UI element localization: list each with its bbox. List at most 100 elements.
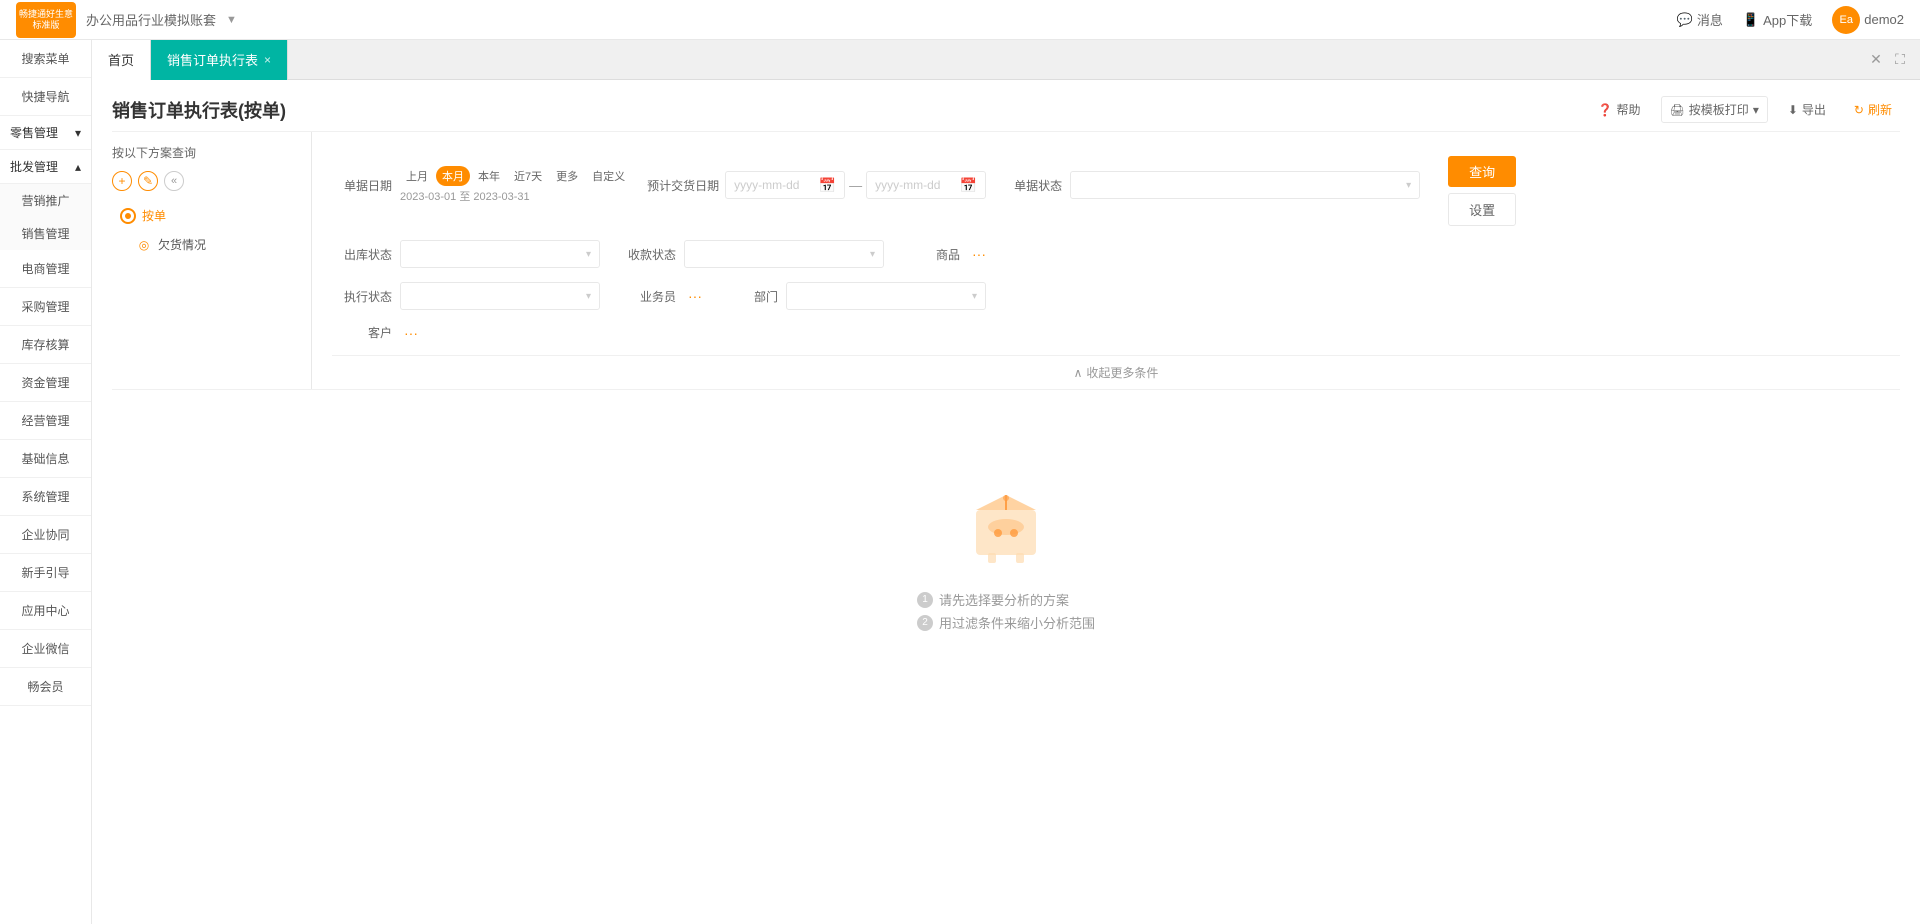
exec-status-chevron: ▾	[586, 291, 591, 302]
filter-exec-status: 执行状态 ▾	[332, 282, 600, 310]
date-tab-prev-month[interactable]: 上月	[400, 166, 434, 186]
filter-date: 单据日期 上月 本月 本年 近7天 更多 自定义	[332, 166, 631, 204]
sidebar-item-quicknav[interactable]: 快捷导航	[0, 78, 91, 116]
scheme-icon	[120, 208, 136, 224]
query-btn[interactable]: 查询	[1448, 156, 1516, 187]
out-status-label: 出库状态	[332, 246, 392, 263]
tab-bar: 首页 销售订单执行表 × ✕ ⛶	[92, 40, 1920, 80]
tab-home[interactable]: 首页	[92, 40, 151, 80]
out-status-chevron: ▾	[586, 249, 591, 260]
sidebar-item-wholesale[interactable]: 批发管理 ▴	[0, 150, 91, 184]
main-layout: 搜索菜单 快捷导航 零售管理 ▾ 批发管理 ▴ 营销推广 销售管理 电商管理 采…	[0, 40, 1920, 924]
window-expand-btn[interactable]: ⛶	[1892, 52, 1908, 68]
sidebar-item-retail[interactable]: 零售管理 ▾	[0, 116, 91, 150]
edit-scheme-btn[interactable]: ✎	[138, 171, 158, 191]
sidebar-item-member[interactable]: 畅会员	[0, 668, 91, 706]
date-tab-last7[interactable]: 近7天	[508, 166, 548, 186]
expected-date-to[interactable]: yyyy-mm-dd 📅	[866, 171, 986, 199]
date-tab-custom[interactable]: 自定义	[586, 166, 631, 186]
fold-panel-btn[interactable]: «	[164, 171, 184, 191]
message-btn[interactable]: 💬 消息	[1677, 10, 1723, 29]
setup-btn[interactable]: 设置	[1448, 193, 1516, 226]
scheme-label-2: 欠货情况	[158, 236, 206, 253]
tab-sales-order-label: 销售订单执行表	[167, 50, 258, 69]
exec-status-label: 执行状态	[332, 288, 392, 305]
scheme-item-shortage[interactable]: ◎ 欠货情况	[112, 230, 295, 259]
page-actions: ❓ 帮助 🖨 按模板打印 ▾ ⬇ 导出 ↻ 刷新	[1590, 96, 1900, 123]
sub-item-icon: ◎	[136, 237, 152, 253]
expected-date-group: yyyy-mm-dd 📅 — yyyy-mm-dd 📅	[725, 171, 986, 199]
empty-state: 1 请先选择要分析的方案 2 用过滤条件来缩小分析范围	[92, 390, 1920, 716]
sidebar-item-operations[interactable]: 经营管理	[0, 402, 91, 440]
print-icon: 🖨	[1670, 103, 1685, 117]
filter-row-2: 出库状态 ▾ 收款状态 ▾	[332, 240, 1900, 268]
recv-status-select[interactable]: ▾	[684, 240, 884, 268]
collapse-bar[interactable]: ∧ 收起更多条件	[332, 355, 1900, 389]
filter-left-title: 按以下方案查询	[112, 144, 295, 161]
date-tab-this-year[interactable]: 本年	[472, 166, 506, 186]
sidebar: 搜索菜单 快捷导航 零售管理 ▾ 批发管理 ▴ 营销推广 销售管理 电商管理 采…	[0, 40, 92, 924]
page-content: 销售订单执行表(按单) ❓ 帮助 🖨 按模板打印 ▾ ⬇ 导出	[92, 80, 1920, 924]
filter-left-title-text: 按以下方案查询	[112, 144, 196, 161]
dept-select[interactable]: ▾	[786, 282, 986, 310]
add-scheme-icon: +	[118, 174, 125, 188]
sidebar-item-enterprise[interactable]: 企业协同	[0, 516, 91, 554]
step2-num: 2	[917, 615, 933, 631]
tab-close-icon[interactable]: ×	[264, 53, 271, 67]
sidebar-item-corpwechat[interactable]: 企业微信	[0, 630, 91, 668]
sidebar-item-search[interactable]: 搜索菜单	[0, 40, 91, 78]
salesman-dots[interactable]: ···	[688, 288, 702, 304]
customer-dots[interactable]: ···	[404, 325, 418, 341]
user-profile[interactable]: Ea demo2	[1832, 6, 1904, 34]
sidebar-item-basic[interactable]: 基础信息	[0, 440, 91, 478]
filter-area: 按以下方案查询 + ✎ «	[92, 132, 1920, 389]
scheme-item-by-order[interactable]: 按单	[112, 201, 295, 230]
goods-dots[interactable]: ···	[972, 246, 986, 262]
filter-goods: 商品 ···	[900, 246, 986, 263]
print-dropdown-icon: ▾	[1753, 103, 1759, 117]
calendar-icon-1: 📅	[819, 177, 836, 194]
sidebar-item-finance[interactable]: 资金管理	[0, 364, 91, 402]
out-status-select[interactable]: ▾	[400, 240, 600, 268]
sidebar-item-system[interactable]: 系统管理	[0, 478, 91, 516]
print-btn[interactable]: 🖨 按模板打印 ▾	[1661, 96, 1768, 123]
dept-chevron: ▾	[972, 291, 977, 302]
export-btn[interactable]: ⬇ 导出	[1780, 97, 1834, 122]
app-label: App下载	[1763, 10, 1812, 29]
date-tab-more[interactable]: 更多	[550, 166, 584, 186]
salesman-label: 业务员	[616, 288, 676, 305]
refresh-btn[interactable]: ↻ 刷新	[1846, 97, 1900, 122]
sidebar-item-newuser[interactable]: 新手引导	[0, 554, 91, 592]
refresh-label: 刷新	[1868, 101, 1892, 118]
sidebar-item-inventory[interactable]: 库存核算	[0, 326, 91, 364]
empty-svg	[956, 475, 1056, 565]
app-download-btn[interactable]: 📱 App下载	[1743, 10, 1812, 29]
sidebar-item-appcenter[interactable]: 应用中心	[0, 592, 91, 630]
help-btn[interactable]: ❓ 帮助	[1590, 97, 1649, 122]
sidebar-item-marketing[interactable]: 营销推广	[0, 184, 91, 217]
fold-icon: «	[171, 175, 177, 187]
filter-recv-status: 收款状态 ▾	[616, 240, 884, 268]
expected-date-from[interactable]: yyyy-mm-dd 📅	[725, 171, 845, 199]
doc-status-select[interactable]: ▾	[1070, 171, 1420, 199]
user-name: demo2	[1864, 12, 1904, 27]
window-close-btn[interactable]: ✕	[1868, 52, 1884, 68]
export-icon: ⬇	[1788, 103, 1798, 117]
add-scheme-btn[interactable]: +	[112, 171, 132, 191]
avatar-text: Ea	[1840, 14, 1853, 26]
print-label: 按模板打印	[1689, 101, 1749, 118]
sidebar-item-sales-mgmt[interactable]: 销售管理	[0, 217, 91, 250]
expected-date-from-text: yyyy-mm-dd	[734, 178, 799, 192]
step1-num: 1	[917, 592, 933, 608]
topbar-right: 💬 消息 📱 App下载 Ea demo2	[1677, 6, 1904, 34]
sidebar-item-ecommerce[interactable]: 电商管理	[0, 250, 91, 288]
sidebar-retail-label: 零售管理	[10, 124, 58, 141]
exec-status-select[interactable]: ▾	[400, 282, 600, 310]
topbar-left: 畅捷通好生意 标准版 办公用品行业模拟账套 ▼	[16, 2, 237, 38]
tab-sales-order[interactable]: 销售订单执行表 ×	[151, 40, 288, 80]
empty-text: 1 请先选择要分析的方案 2 用过滤条件来缩小分析范围	[917, 586, 1095, 636]
step2-text: 用过滤条件来缩小分析范围	[939, 613, 1095, 632]
topbar-dropdown-icon[interactable]: ▼	[226, 14, 237, 26]
date-tab-this-month[interactable]: 本月	[436, 166, 470, 186]
sidebar-item-purchase[interactable]: 采购管理	[0, 288, 91, 326]
